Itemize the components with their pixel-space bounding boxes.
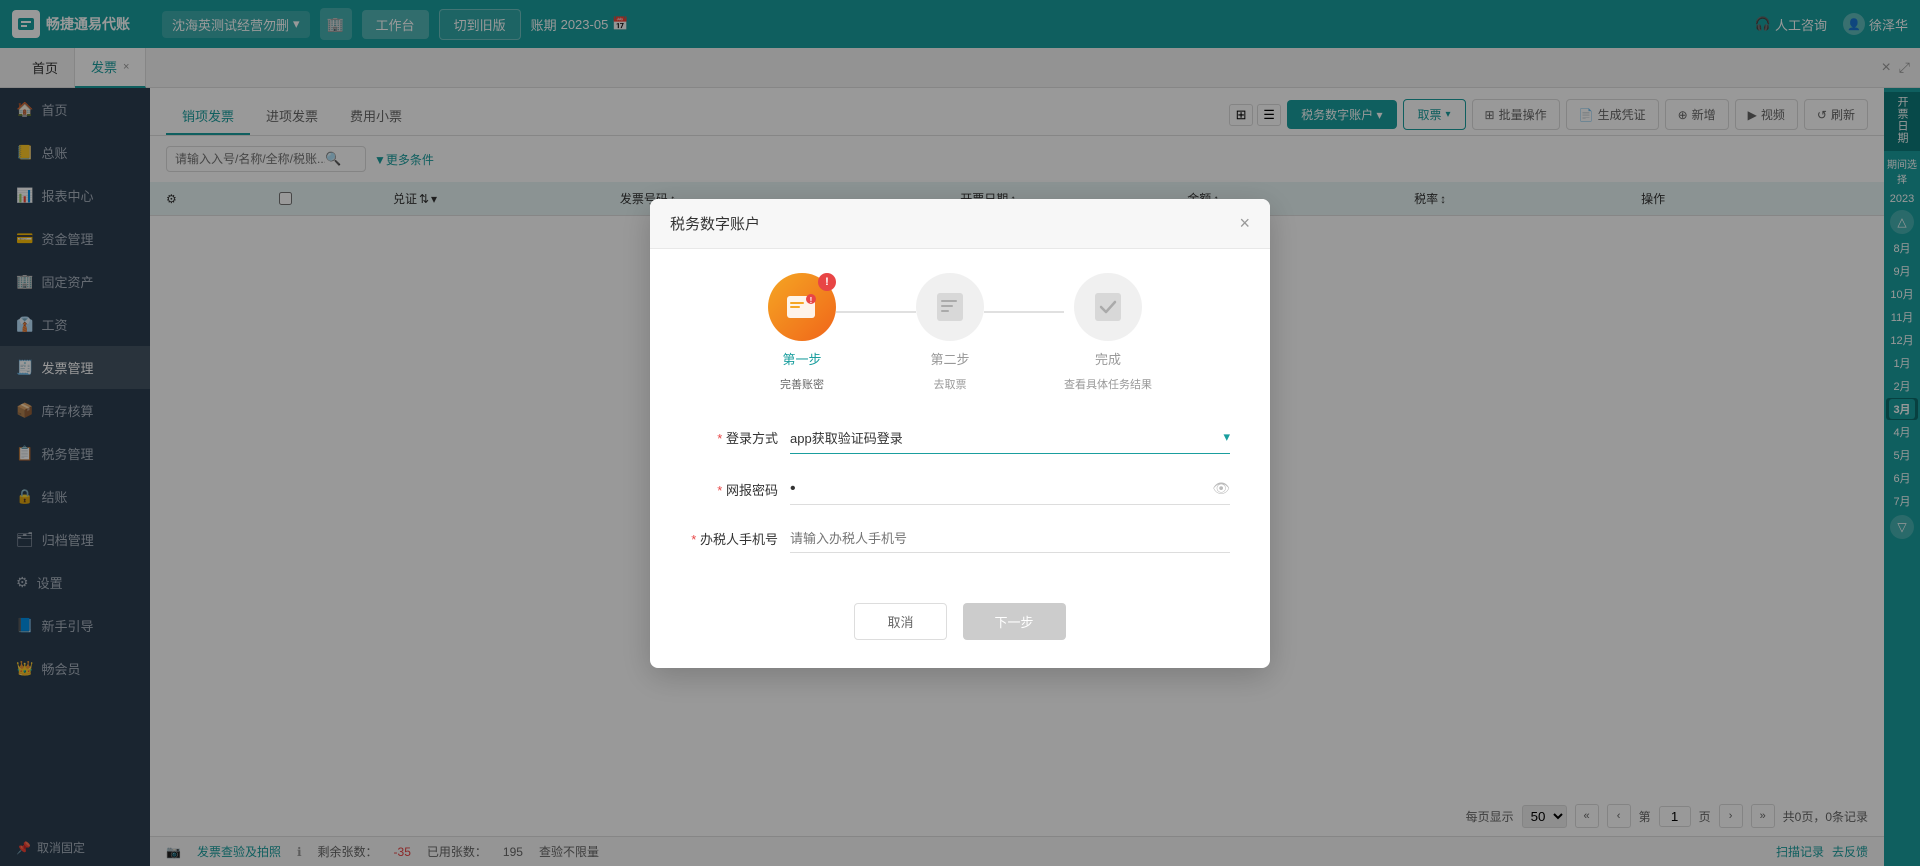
step1-desc: 完善账密 xyxy=(780,376,824,392)
required-star-1: * xyxy=(717,431,722,446)
modal-header: 税务数字账户 × xyxy=(650,199,1270,249)
svg-text:!: ! xyxy=(810,296,813,305)
select-dropdown-icon: ▾ xyxy=(1223,429,1230,445)
toggle-password-icon[interactable]: 👁 xyxy=(1212,480,1230,497)
login-method-label: * 登录方式 xyxy=(690,428,790,447)
step-1: ! ! 第一步 完善账密 xyxy=(768,273,836,392)
step-2: 第二步 去取票 xyxy=(916,273,984,392)
phone-input[interactable] xyxy=(790,531,1230,546)
step2-desc: 去取票 xyxy=(934,376,967,392)
login-method-select[interactable]: app获取验证码登录 ▾ xyxy=(790,422,1230,454)
modal-footer: 取消 下一步 xyxy=(650,603,1270,668)
modal-body: ! ! 第一步 完善账密 xyxy=(650,249,1270,603)
connector-2 xyxy=(984,311,1064,313)
steps-container: ! ! 第一步 完善账密 xyxy=(690,273,1230,392)
form-login-method: * 登录方式 app获取验证码登录 ▾ xyxy=(690,422,1230,454)
step3-label: 完成 xyxy=(1095,349,1121,368)
form-phone: * 办税人手机号 xyxy=(690,525,1230,553)
modal-overlay: 税务数字账户 × ! ! xyxy=(0,0,1920,866)
step2-icon xyxy=(916,273,984,341)
phone-label: * 办税人手机号 xyxy=(690,529,790,548)
step1-icon: ! ! xyxy=(768,273,836,341)
step-3: 完成 查看具体任务结果 xyxy=(1064,273,1152,392)
step3-desc: 查看具体任务结果 xyxy=(1064,376,1152,392)
required-star-2: * xyxy=(717,483,722,498)
phone-input-box xyxy=(790,525,1230,553)
password-input-box: • 👁 xyxy=(790,474,1230,505)
step2-label: 第二步 xyxy=(930,349,969,368)
password-label: * 网报密码 xyxy=(690,480,790,499)
modal-close-btn[interactable]: × xyxy=(1239,213,1250,234)
cancel-btn[interactable]: 取消 xyxy=(854,603,946,640)
next-btn[interactable]: 下一步 xyxy=(963,603,1066,640)
login-method-control: app获取验证码登录 ▾ xyxy=(790,422,1230,454)
modal-title: 税务数字账户 xyxy=(670,213,760,234)
step1-label: 第一步 xyxy=(782,349,821,368)
tax-digital-modal: 税务数字账户 × ! ! xyxy=(650,199,1270,668)
step1-badge: ! xyxy=(818,273,836,291)
connector-1 xyxy=(836,311,916,313)
step3-icon xyxy=(1074,273,1142,341)
required-star-3: * xyxy=(691,532,696,547)
form-password: * 网报密码 • 👁 xyxy=(690,474,1230,505)
password-control: • 👁 xyxy=(790,474,1230,505)
phone-control xyxy=(790,525,1230,553)
